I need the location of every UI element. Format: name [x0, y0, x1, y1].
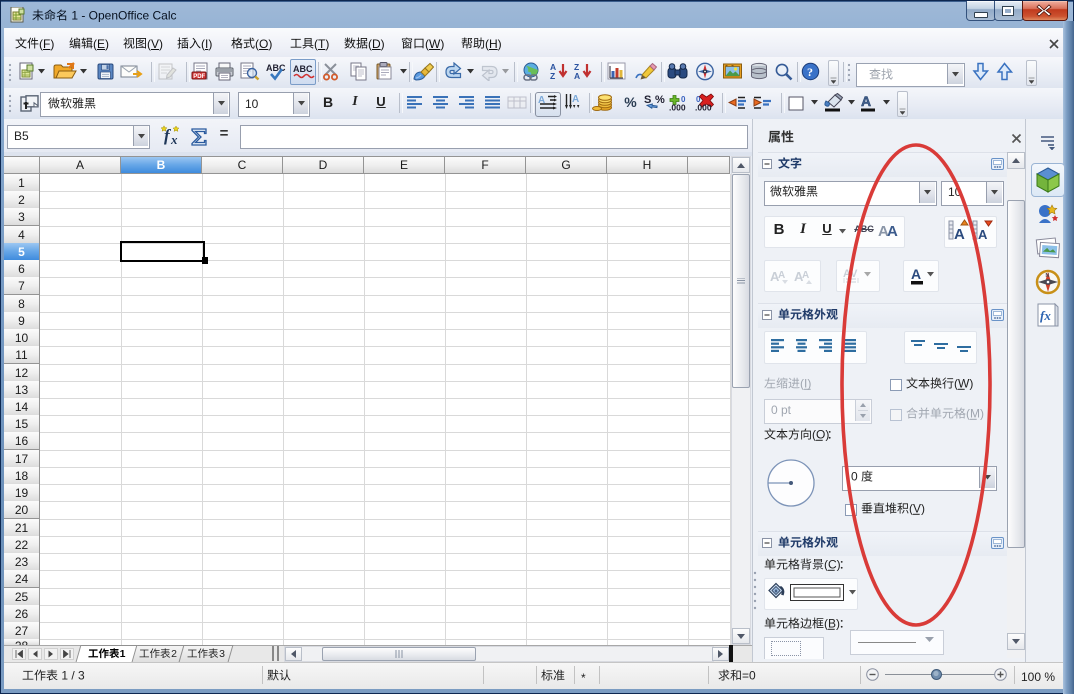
svg-text:N: N: [1046, 273, 1050, 279]
svg-text:(B): (B): [824, 617, 840, 631]
svg-text:A: A: [778, 270, 785, 281]
svg-text:1 / 3: 1 / 3: [58, 669, 85, 683]
svg-text:A: A: [911, 266, 921, 282]
svg-text:A: A: [572, 94, 579, 105]
svg-text:(O): (O): [812, 428, 829, 442]
svg-text:A: A: [978, 227, 988, 242]
svg-text:Z: Z: [550, 71, 555, 81]
svg-text:=0: =0: [742, 669, 756, 683]
svg-text:0: 0: [851, 470, 861, 484]
svg-text:A: A: [861, 93, 871, 109]
svg-text:fx: fx: [1040, 308, 1051, 323]
svg-text:A: A: [802, 270, 809, 281]
svg-text:A: A: [887, 223, 898, 240]
svg-text:ABC: ABC: [266, 63, 286, 73]
svg-text:?: ?: [807, 65, 813, 79]
svg-text:.000: .000: [695, 103, 712, 113]
svg-text:AV: AV: [843, 268, 858, 280]
svg-text:%: %: [655, 94, 665, 106]
svg-text:x: x: [170, 132, 178, 147]
svg-text:.000: .000: [669, 103, 686, 113]
svg-text:(I): (I): [800, 377, 811, 391]
svg-text:1 - OpenOffice Calc: 1 - OpenOffice Calc: [68, 9, 177, 23]
svg-text:A: A: [574, 71, 580, 81]
svg-text:(W): (W): [954, 377, 973, 391]
svg-text:(C): (C): [824, 558, 841, 572]
svg-text:(V): (V): [909, 502, 925, 516]
svg-text:PDF: PDF: [193, 74, 205, 80]
svg-text:A: A: [954, 226, 965, 243]
svg-text:(M): (M): [966, 407, 984, 421]
svg-text:ABC: ABC: [293, 64, 313, 74]
